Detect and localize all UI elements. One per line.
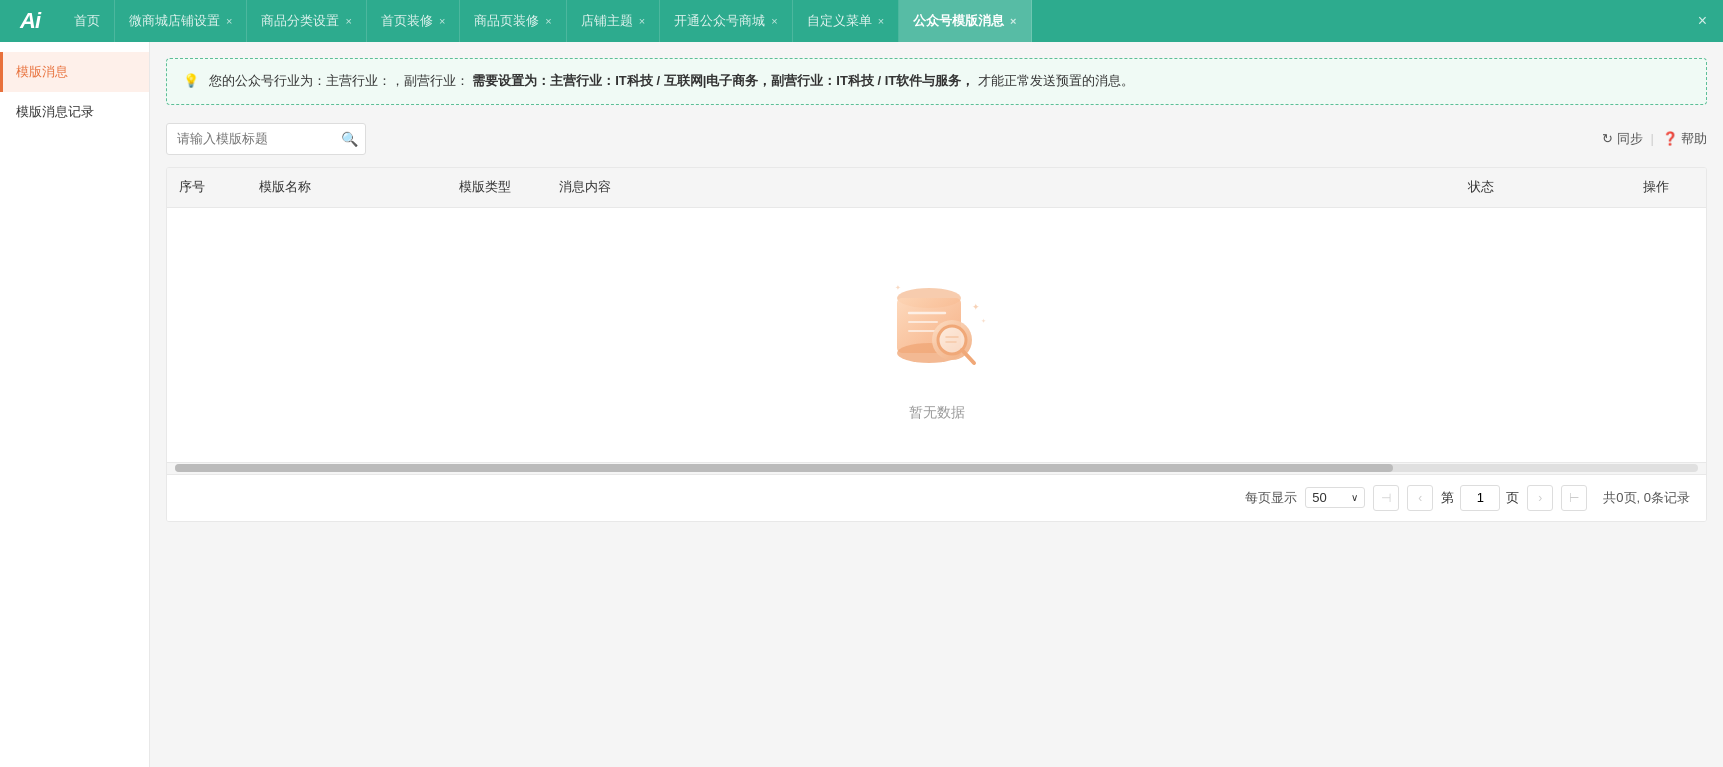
empty-illustration: ✦ ✦ ✦ [877, 268, 997, 388]
search-input[interactable] [166, 123, 366, 155]
th-action: 操作 [1606, 178, 1706, 196]
prev-page-button[interactable]: ‹ [1407, 485, 1433, 511]
nav-tab-home-decor[interactable]: 首页装修× [367, 0, 460, 42]
search-left: 🔍 [166, 123, 366, 155]
sidebar-item-template-message[interactable]: 模版消息 [0, 52, 149, 92]
nav-tab-shop-theme[interactable]: 店铺主题× [567, 0, 660, 42]
first-page-button[interactable]: ⊣ [1373, 485, 1399, 511]
close-tab-shop-theme[interactable]: × [639, 15, 645, 27]
sync-button[interactable]: ↻ 同步 [1602, 130, 1643, 148]
notice-suffix: 才能正常发送预置的消息。 [978, 73, 1134, 88]
empty-state: ✦ ✦ ✦ 暂无数据 [167, 208, 1706, 462]
data-table: 序号 模版名称 模版类型 消息内容 状态 操作 [166, 167, 1707, 522]
close-tab-category[interactable]: × [345, 15, 351, 27]
nav-tab-open-mall[interactable]: 开通公众号商城× [660, 0, 792, 42]
notice-highlight: 需要设置为：主营行业：IT科技 / 互联网|电子商务，副营行业：IT科技 / I… [472, 73, 974, 88]
sync-label: 同步 [1617, 130, 1643, 148]
close-all-tabs-button[interactable]: × [1682, 12, 1723, 30]
next-page-button[interactable]: › [1527, 485, 1553, 511]
page-size-value: 50 [1312, 490, 1326, 505]
sidebar-item-template-record[interactable]: 模版消息记录 [0, 92, 149, 132]
empty-text: 暂无数据 [909, 404, 965, 422]
page-label-pre: 第 [1441, 489, 1454, 507]
close-tab-open-mall[interactable]: × [771, 15, 777, 27]
page-label-post: 页 [1506, 489, 1519, 507]
brand-logo: Ai [0, 0, 60, 42]
main-layout: 模版消息模版消息记录 💡 您的公众号行业为：主营行业：，副营行业： 需要设置为：… [0, 42, 1723, 767]
svg-text:✦: ✦ [972, 302, 980, 312]
notice-prefix: 您的公众号行业为：主营行业：，副营行业： [209, 73, 469, 88]
total-info: 共0页, 0条记录 [1603, 489, 1690, 507]
help-label: 帮助 [1681, 130, 1707, 148]
th-status: 状态 [1456, 178, 1606, 196]
table-header: 序号 模版名称 模版类型 消息内容 状态 操作 [167, 168, 1706, 208]
close-tab-home-decor[interactable]: × [439, 15, 445, 27]
th-name: 模版名称 [247, 178, 447, 196]
nav-tab-custom-menu[interactable]: 自定义菜单× [793, 0, 899, 42]
nav-tab-home[interactable]: 首页 [60, 0, 115, 42]
page-number-input[interactable] [1460, 485, 1500, 511]
hint-icon: 💡 [183, 73, 199, 88]
pagination: 每页显示 50 ∨ ⊣ ‹ 第 页 › ⊢ 共0页, 0条记录 [167, 474, 1706, 521]
industry-notice: 💡 您的公众号行业为：主营行业：，副营行业： 需要设置为：主营行业：IT科技 /… [166, 58, 1707, 105]
close-tab-micro-shop[interactable]: × [226, 15, 232, 27]
scrollbar-thumb [175, 464, 1393, 472]
top-nav: Ai 首页微商城店铺设置×商品分类设置×首页装修×商品页装修×店铺主题×开通公众… [0, 0, 1723, 42]
last-page-button[interactable]: ⊢ [1561, 485, 1587, 511]
sync-icon: ↻ [1602, 131, 1613, 146]
th-content: 消息内容 [547, 178, 1456, 196]
page-size-dropdown-icon: ∨ [1351, 492, 1358, 503]
nav-tab-product-decor[interactable]: 商品页装修× [460, 0, 566, 42]
nav-tab-micro-shop[interactable]: 微商城店铺设置× [115, 0, 247, 42]
svg-text:✦: ✦ [981, 318, 986, 324]
horizontal-scrollbar[interactable] [167, 462, 1706, 474]
search-bar: 🔍 ↻ 同步 | ❓ 帮助 [166, 123, 1707, 155]
close-tab-product-decor[interactable]: × [545, 15, 551, 27]
th-seq: 序号 [167, 178, 247, 196]
page-input-wrap: 第 页 [1441, 485, 1519, 511]
th-type: 模版类型 [447, 178, 547, 196]
nav-tab-template-msg[interactable]: 公众号模版消息× [899, 0, 1031, 42]
search-right: ↻ 同步 | ❓ 帮助 [1602, 130, 1707, 148]
help-icon: ❓ [1662, 131, 1678, 146]
search-icon[interactable]: 🔍 [341, 131, 358, 147]
page-size-label: 每页显示 [1245, 489, 1297, 507]
help-button[interactable]: ❓ 帮助 [1662, 130, 1707, 148]
svg-text:✦: ✦ [895, 284, 901, 291]
scrollbar-track [175, 464, 1698, 472]
nav-tab-category[interactable]: 商品分类设置× [247, 0, 366, 42]
search-input-wrap: 🔍 [166, 123, 366, 155]
main-content: 💡 您的公众号行业为：主营行业：，副营行业： 需要设置为：主营行业：IT科技 /… [150, 42, 1723, 767]
sidebar: 模版消息模版消息记录 [0, 42, 150, 767]
close-tab-template-msg[interactable]: × [1010, 15, 1016, 27]
close-tab-custom-menu[interactable]: × [878, 15, 884, 27]
divider: | [1651, 131, 1654, 146]
page-size-select[interactable]: 50 ∨ [1305, 487, 1365, 508]
